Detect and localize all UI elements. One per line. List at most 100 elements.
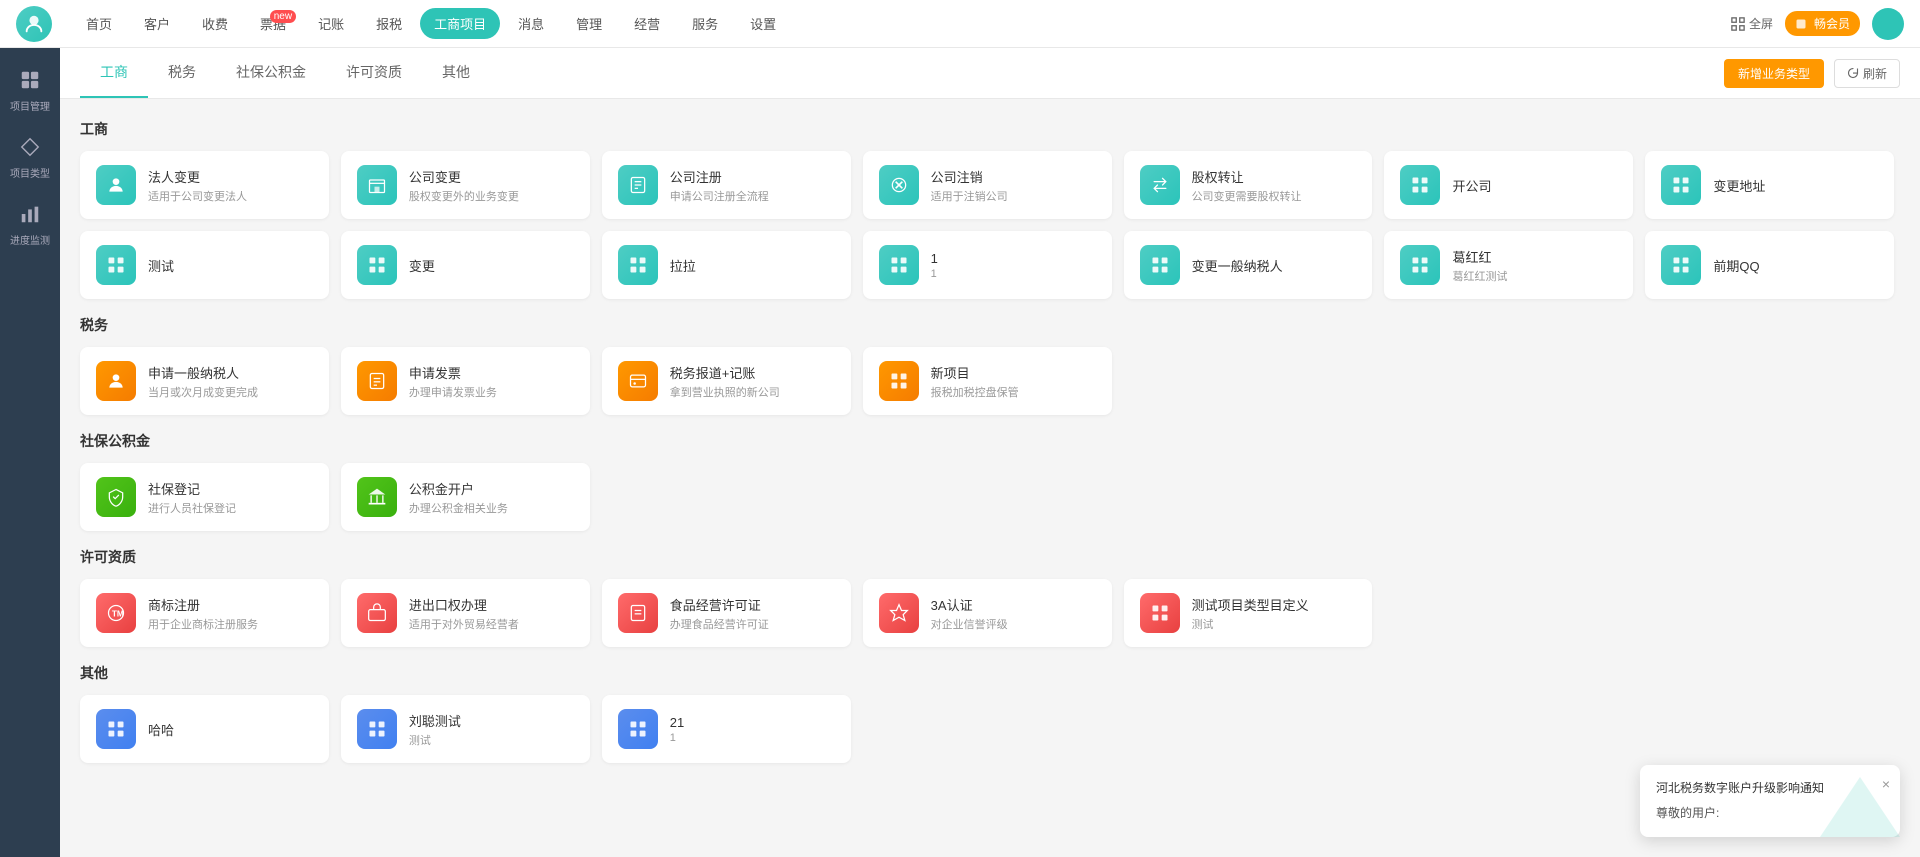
nav-item-manage[interactable]: 管理 [562,8,616,39]
card-title: 食品经营许可证 [670,595,835,614]
tab-xuke[interactable]: 许可资质 [326,48,422,98]
service-card[interactable]: 公司注销适用于注销公司 [863,151,1112,219]
card-icon-bank [357,477,397,517]
card-desc: 当月或次月成变更完成 [148,384,313,400]
service-card[interactable]: 哈哈 [80,695,329,763]
card-title: 变更 [409,256,574,275]
card-title: 21 [670,715,835,730]
card-icon-grid [879,245,919,285]
card-icon-grid [96,709,136,749]
sidebar-item-project-manage[interactable]: 项目管理 [0,56,60,123]
card-desc: 对企业信誉评级 [931,616,1096,632]
card-desc: 测试 [1192,616,1357,632]
nav-item-business[interactable]: 工商项目 [420,8,500,39]
fullscreen-button[interactable]: 全屏 [1731,15,1773,32]
card-icon-grid [879,361,919,401]
nav-item-home[interactable]: 首页 [72,8,126,39]
card-icon-grid [1140,593,1180,633]
service-card[interactable]: 变更 [341,231,590,299]
card-desc: 股权变更外的业务变更 [409,188,574,204]
card-icon-grid [96,245,136,285]
user-avatar[interactable] [1872,8,1904,40]
nav-item-operation[interactable]: 经营 [620,8,674,39]
refresh-button[interactable]: 刷新 [1834,59,1900,88]
card-title: 商标注册 [148,595,313,614]
section-title: 许可资质 [80,547,1900,567]
new-type-button[interactable]: 新增业务类型 [1724,59,1824,88]
notification-popup: × 河北税务数字账户升级影响通知 尊敬的用户: [1640,765,1900,837]
card-desc: 用于企业商标注册服务 [148,616,313,632]
card-icon-grid [1400,245,1440,285]
sidebar-item-project-type[interactable]: 项目类型 [0,123,60,190]
service-card[interactable]: 公司变更股权变更外的业务变更 [341,151,590,219]
service-card[interactable]: 公积金开户办理公积金相关业务 [341,463,590,531]
nav-item-tax[interactable]: 报税 [362,8,416,39]
cards-grid: TM商标注册用于企业商标注册服务进出口权办理适用于对外贸易经营者食品经营许可证办… [80,579,1900,647]
service-card[interactable]: 测试项目类型目定义测试 [1124,579,1373,647]
card-desc: 公司变更需要股权转让 [1192,188,1357,204]
card-title: 新项目 [931,363,1096,382]
card-desc: 办理食品经营许可证 [670,616,835,632]
service-card[interactable]: 税务报道+记账拿到营业执照的新公司 [602,347,851,415]
nav-right: 全屏 畅会员 [1731,8,1904,40]
card-title: 哈哈 [148,720,313,739]
card-title: 社保登记 [148,479,313,498]
card-title: 股权转让 [1192,167,1357,186]
card-icon-invoice [357,361,397,401]
service-card[interactable]: 公司注册申请公司注册全流程 [602,151,851,219]
service-card[interactable]: 211 [602,695,851,763]
grid-icon [16,66,44,94]
nav-item-service[interactable]: 服务 [678,8,732,39]
card-title: 测试 [148,256,313,275]
nav-item-messages[interactable]: 消息 [504,8,558,39]
service-card[interactable]: 进出口权办理适用于对外贸易经营者 [341,579,590,647]
service-card[interactable]: 测试 [80,231,329,299]
nav-item-billing[interactable]: 收费 [188,8,242,39]
service-card[interactable]: 开公司 [1384,151,1633,219]
nav-item-bookkeeping[interactable]: 记账 [304,8,358,39]
service-card[interactable]: 葛红红葛红红测试 [1384,231,1633,299]
card-icon-shield [96,477,136,517]
cards-grid: 法人变更适用于公司变更法人公司变更股权变更外的业务变更公司注册申请公司注册全流程… [80,151,1900,299]
nav-item-invoice[interactable]: 票据 new [246,8,300,39]
card-icon-register [618,165,658,205]
card-desc: 1 [931,268,1096,280]
service-card[interactable]: 申请发票办理申请发票业务 [341,347,590,415]
card-title: 变更地址 [1713,176,1878,195]
tab-gongshang[interactable]: 工商 [80,48,148,98]
card-desc: 测试 [409,732,574,748]
cards-grid: 哈哈刘聪测试测试211 [80,695,1900,763]
card-desc: 1 [670,732,835,744]
tab-other[interactable]: 其他 [422,48,490,98]
tab-shuiwu[interactable]: 税务 [148,48,216,98]
service-card[interactable]: 变更地址 [1645,151,1894,219]
service-card[interactable]: 变更一般纳税人 [1124,231,1373,299]
nav-badge-new: new [270,10,296,23]
card-title: 变更一般纳税人 [1192,256,1357,275]
service-card[interactable]: 新项目报税加税控盘保管 [863,347,1112,415]
card-title: 开公司 [1452,176,1617,195]
section-title: 工商 [80,119,1900,139]
service-card[interactable]: 刘聪测试测试 [341,695,590,763]
service-card[interactable]: 3A认证对企业信誉评级 [863,579,1112,647]
tab-shebao[interactable]: 社保公积金 [216,48,326,98]
service-card[interactable]: 拉拉 [602,231,851,299]
service-card[interactable]: TM商标注册用于企业商标注册服务 [80,579,329,647]
card-title: 税务报道+记账 [670,363,835,382]
service-card[interactable]: 前期QQ [1645,231,1894,299]
nav-item-settings[interactable]: 设置 [736,8,790,39]
sidebar-item-progress[interactable]: 进度监测 [0,190,60,257]
card-icon-food [618,593,658,633]
service-card[interactable]: 食品经营许可证办理食品经营许可证 [602,579,851,647]
service-card[interactable]: 法人变更适用于公司变更法人 [80,151,329,219]
service-card[interactable]: 社保登记进行人员社保登记 [80,463,329,531]
card-desc: 办理公积金相关业务 [409,500,574,516]
nav-item-customer[interactable]: 客户 [130,8,184,39]
card-desc: 申请公司注册全流程 [670,188,835,204]
card-title: 1 [931,251,1096,266]
member-button[interactable]: 畅会员 [1785,11,1860,36]
service-card[interactable]: 11 [863,231,1112,299]
card-title: 申请一般纳税人 [148,363,313,382]
service-card[interactable]: 申请一般纳税人当月或次月成变更完成 [80,347,329,415]
service-card[interactable]: 股权转让公司变更需要股权转让 [1124,151,1373,219]
